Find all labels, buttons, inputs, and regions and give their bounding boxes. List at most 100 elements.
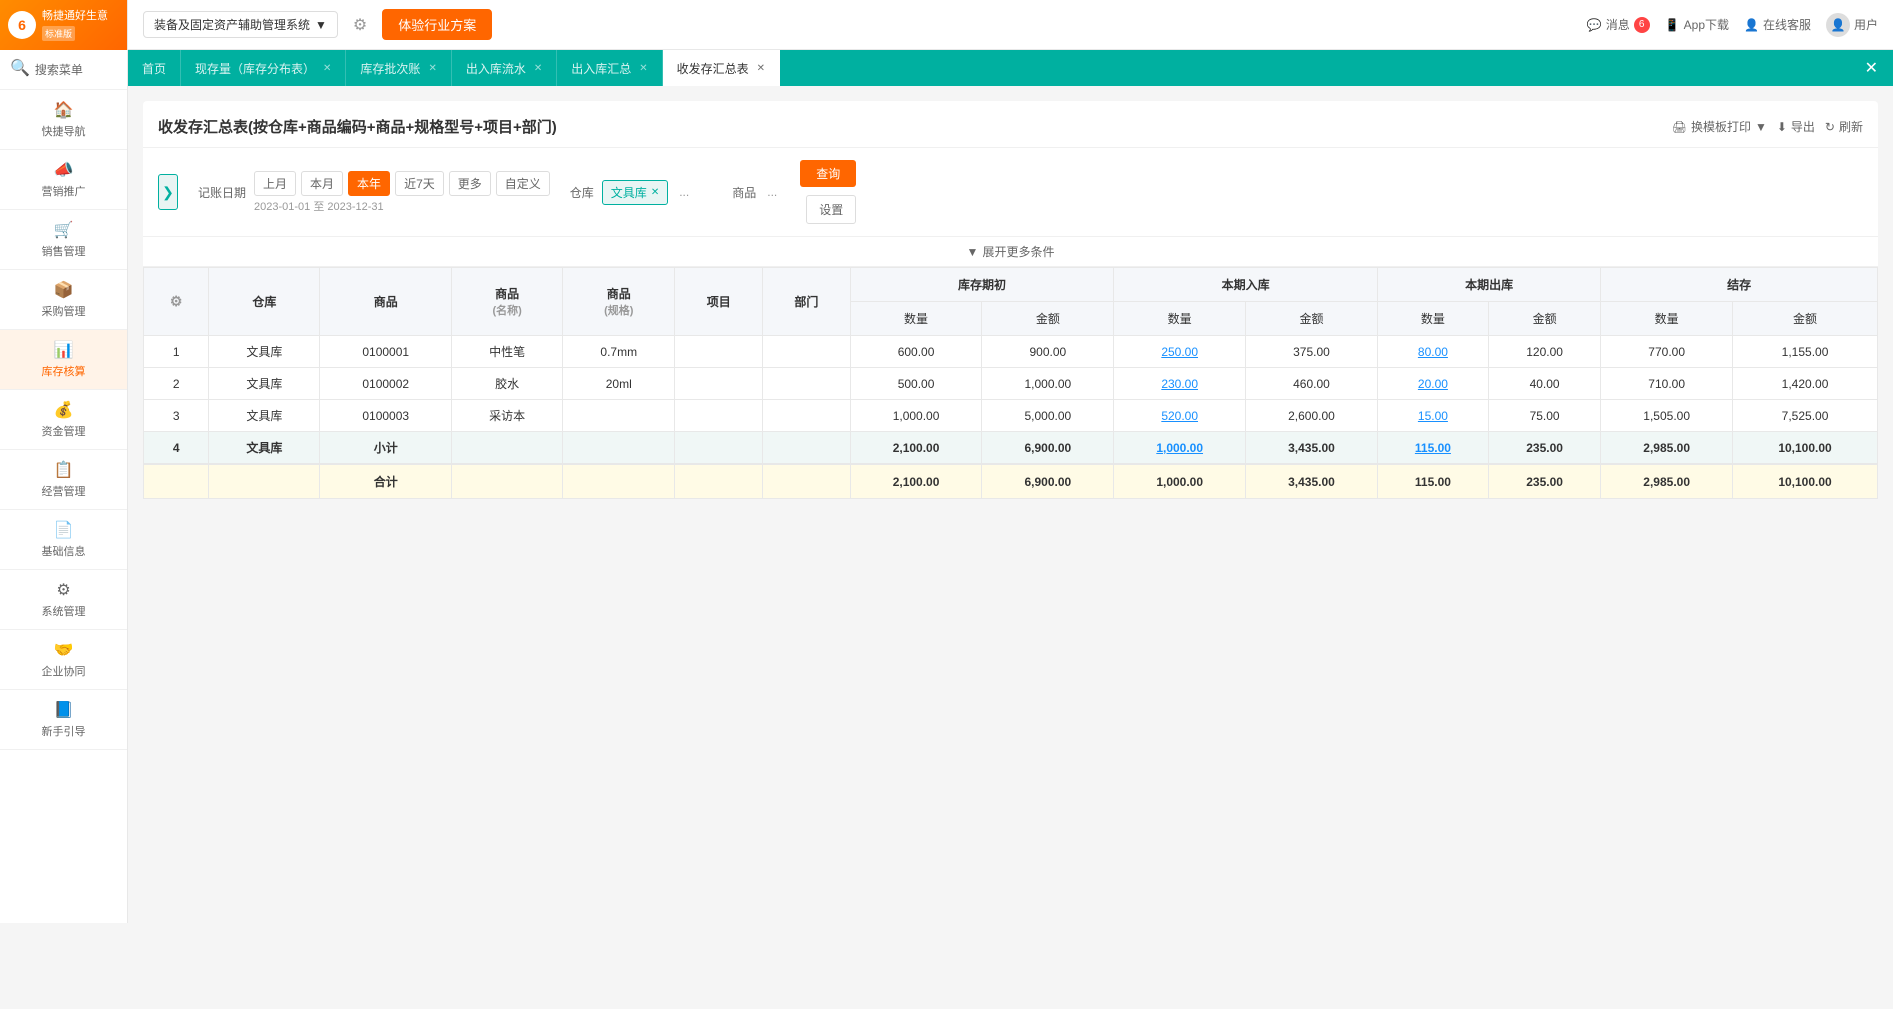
col-header-name: 商品(名称) [452, 268, 563, 336]
warehouse-more-btn[interactable]: ... [676, 182, 692, 202]
sidebar-finance-label: 资金管理 [42, 423, 86, 439]
system-selector[interactable]: 装备及固定资产辅助管理系统 ▼ [143, 11, 338, 38]
tab-inout-flow[interactable]: 出入库流水 ✕ [452, 50, 557, 86]
user-item[interactable]: 👤 用户 [1826, 13, 1878, 37]
row2-in-amt: 460.00 [1246, 368, 1378, 400]
sidebar-item-marketing[interactable]: 📣 营销推广 [0, 150, 127, 210]
date-btn-this-year[interactable]: 本年 [348, 171, 390, 196]
sidebar-item-finance[interactable]: 💰 资金管理 [0, 390, 127, 450]
filter-toggle-btn[interactable]: ❯ [158, 174, 178, 210]
online-service-label: 在线客服 [1763, 16, 1811, 33]
sidebar-logo: 6 畅捷通好生意 标准版 [0, 0, 127, 50]
sidebar-item-system[interactable]: ⚙ 系统管理 [0, 570, 127, 630]
row1-in-qty[interactable]: 250.00 [1114, 336, 1246, 368]
sidebar-item-sales[interactable]: 🛒 销售管理 [0, 210, 127, 270]
sidebar-corp-label: 企业协同 [42, 663, 86, 679]
tab-recv-send-close[interactable]: ✕ [757, 63, 765, 74]
row2-in-qty[interactable]: 230.00 [1114, 368, 1246, 400]
col-header-settings[interactable]: ⚙ [144, 268, 209, 336]
page-title-bar: 收发存汇总表(按仓库+商品编码+商品+规格型号+项目+部门) 🖨 换模板打印 ▼… [143, 101, 1878, 148]
refresh-btn[interactable]: ↻ 刷新 [1825, 118, 1863, 135]
warehouse-tag-close-icon[interactable]: ✕ [651, 187, 659, 198]
date-btn-custom[interactable]: 自定义 [496, 171, 550, 196]
tab-inout-summary-close[interactable]: ✕ [639, 63, 647, 74]
app-name: 畅捷通好生意 [42, 9, 108, 24]
col-settings-icon[interactable]: ⚙ [170, 293, 183, 309]
tab-inout-flow-close[interactable]: ✕ [534, 63, 542, 74]
total-opening-qty: 2,100.00 [850, 464, 982, 499]
row2-out-qty[interactable]: 20.00 [1377, 368, 1488, 400]
row1-out-qty[interactable]: 80.00 [1377, 336, 1488, 368]
row2-code: 0100002 [320, 368, 452, 400]
tab-inout-summary-label: 出入库汇总 [571, 60, 631, 77]
basic-icon: 📄 [54, 520, 74, 540]
row3-spec [563, 400, 675, 432]
date-btn-prev-month[interactable]: 上月 [254, 171, 296, 196]
total-out-amt: 235.00 [1488, 464, 1600, 499]
total-empty4 [675, 464, 763, 499]
subtotal-opening-qty: 2,100.00 [850, 432, 982, 465]
sidebar-newbie-label: 新手引导 [42, 723, 86, 739]
corp-icon: 🤝 [54, 640, 74, 660]
page-card: 收发存汇总表(按仓库+商品编码+商品+规格型号+项目+部门) 🖨 换模板打印 ▼… [143, 101, 1878, 499]
row1-opening-qty: 600.00 [850, 336, 982, 368]
col-header-project: 项目 [675, 268, 763, 336]
app-download-item[interactable]: 📱 App下载 [1665, 16, 1729, 33]
row1-name: 中性笔 [452, 336, 563, 368]
row2-dept [763, 368, 851, 400]
tab-home[interactable]: 首页 [128, 50, 181, 86]
expand-more-btn[interactable]: ▼ 展开更多条件 [967, 243, 1055, 260]
date-btn-7days[interactable]: 近7天 [395, 171, 444, 196]
row3-project [675, 400, 763, 432]
subtotal-in-qty[interactable]: 1,000.00 [1114, 432, 1246, 465]
query-button[interactable]: 查询 [800, 160, 856, 187]
sidebar-item-search[interactable]: 🔍 搜索菜单 [0, 50, 127, 90]
table-wrap: ⚙ 仓库 商品 商品(名称) 商品(规格) 项目 部门 库存期初 本期入库 本期… [143, 267, 1878, 499]
sidebar-sales-label: 销售管理 [42, 243, 86, 259]
service-icon: 👤 [1744, 18, 1759, 32]
row2-spec: 20ml [563, 368, 675, 400]
gear-settings-icon[interactable]: ⚙ [353, 15, 367, 35]
export-btn[interactable]: ⬇ 导出 [1777, 118, 1815, 135]
tab-batch-close[interactable]: ✕ [428, 63, 436, 74]
tab-batch[interactable]: 库存批次账 ✕ [346, 50, 451, 86]
message-item[interactable]: 💬 消息 6 [1587, 16, 1650, 33]
tab-home-label: 首页 [142, 60, 166, 77]
warehouse-tag-text: 文具库 [611, 184, 647, 201]
row3-code: 0100003 [320, 400, 452, 432]
online-service-item[interactable]: 👤 在线客服 [1744, 16, 1811, 33]
sidebar-item-operation[interactable]: 📋 经营管理 [0, 450, 127, 510]
tab-stock-dist-close[interactable]: ✕ [323, 63, 331, 74]
sidebar-item-basic[interactable]: 📄 基础信息 [0, 510, 127, 570]
date-btn-this-month[interactable]: 本月 [301, 171, 343, 196]
print-label: 换模板打印 [1691, 118, 1751, 135]
tabbar-close-btn[interactable]: ✕ [1850, 58, 1893, 78]
tab-batch-label: 库存批次账 [360, 60, 420, 77]
sidebar-item-purchase[interactable]: 📦 采购管理 [0, 270, 127, 330]
experience-btn[interactable]: 体验行业方案 [382, 9, 492, 40]
user-avatar: 👤 [1826, 13, 1850, 37]
row2-opening-qty: 500.00 [850, 368, 982, 400]
total-label: 合计 [320, 464, 452, 499]
sidebar-basic-label: 基础信息 [42, 543, 86, 559]
subtotal-out-qty[interactable]: 115.00 [1377, 432, 1488, 465]
warehouse-tag[interactable]: 文具库 ✕ [602, 180, 668, 205]
sidebar-item-quick-nav[interactable]: 🏠 快捷导航 [0, 90, 127, 150]
sidebar-item-corp[interactable]: 🤝 企业协同 [0, 630, 127, 690]
tab-stock-dist[interactable]: 现存量（库存分布表） ✕ [181, 50, 346, 86]
row3-in-qty[interactable]: 520.00 [1114, 400, 1246, 432]
row2-closing-amt: 1,420.00 [1733, 368, 1878, 400]
subtotal-empty2 [563, 432, 675, 465]
row3-out-qty[interactable]: 15.00 [1377, 400, 1488, 432]
date-btn-more[interactable]: 更多 [449, 171, 491, 196]
tab-inout-summary[interactable]: 出入库汇总 ✕ [557, 50, 662, 86]
tab-recv-send-summary[interactable]: 收发存汇总表 ✕ [663, 50, 780, 86]
sidebar-item-newbie[interactable]: 📘 新手引导 [0, 690, 127, 750]
header-left: 装备及固定资产辅助管理系统 ▼ ⚙ 体验行业方案 [143, 9, 492, 40]
sidebar-purchase-label: 采购管理 [42, 303, 86, 319]
set-button[interactable]: 设置 [806, 195, 856, 224]
goods-more-btn[interactable]: ... [764, 182, 780, 202]
print-btn[interactable]: 🖨 换模板打印 ▼ [1672, 118, 1767, 135]
expand-bar: ▼ 展开更多条件 [143, 237, 1878, 267]
sidebar-item-inventory[interactable]: 📊 库存核算 [0, 330, 127, 390]
